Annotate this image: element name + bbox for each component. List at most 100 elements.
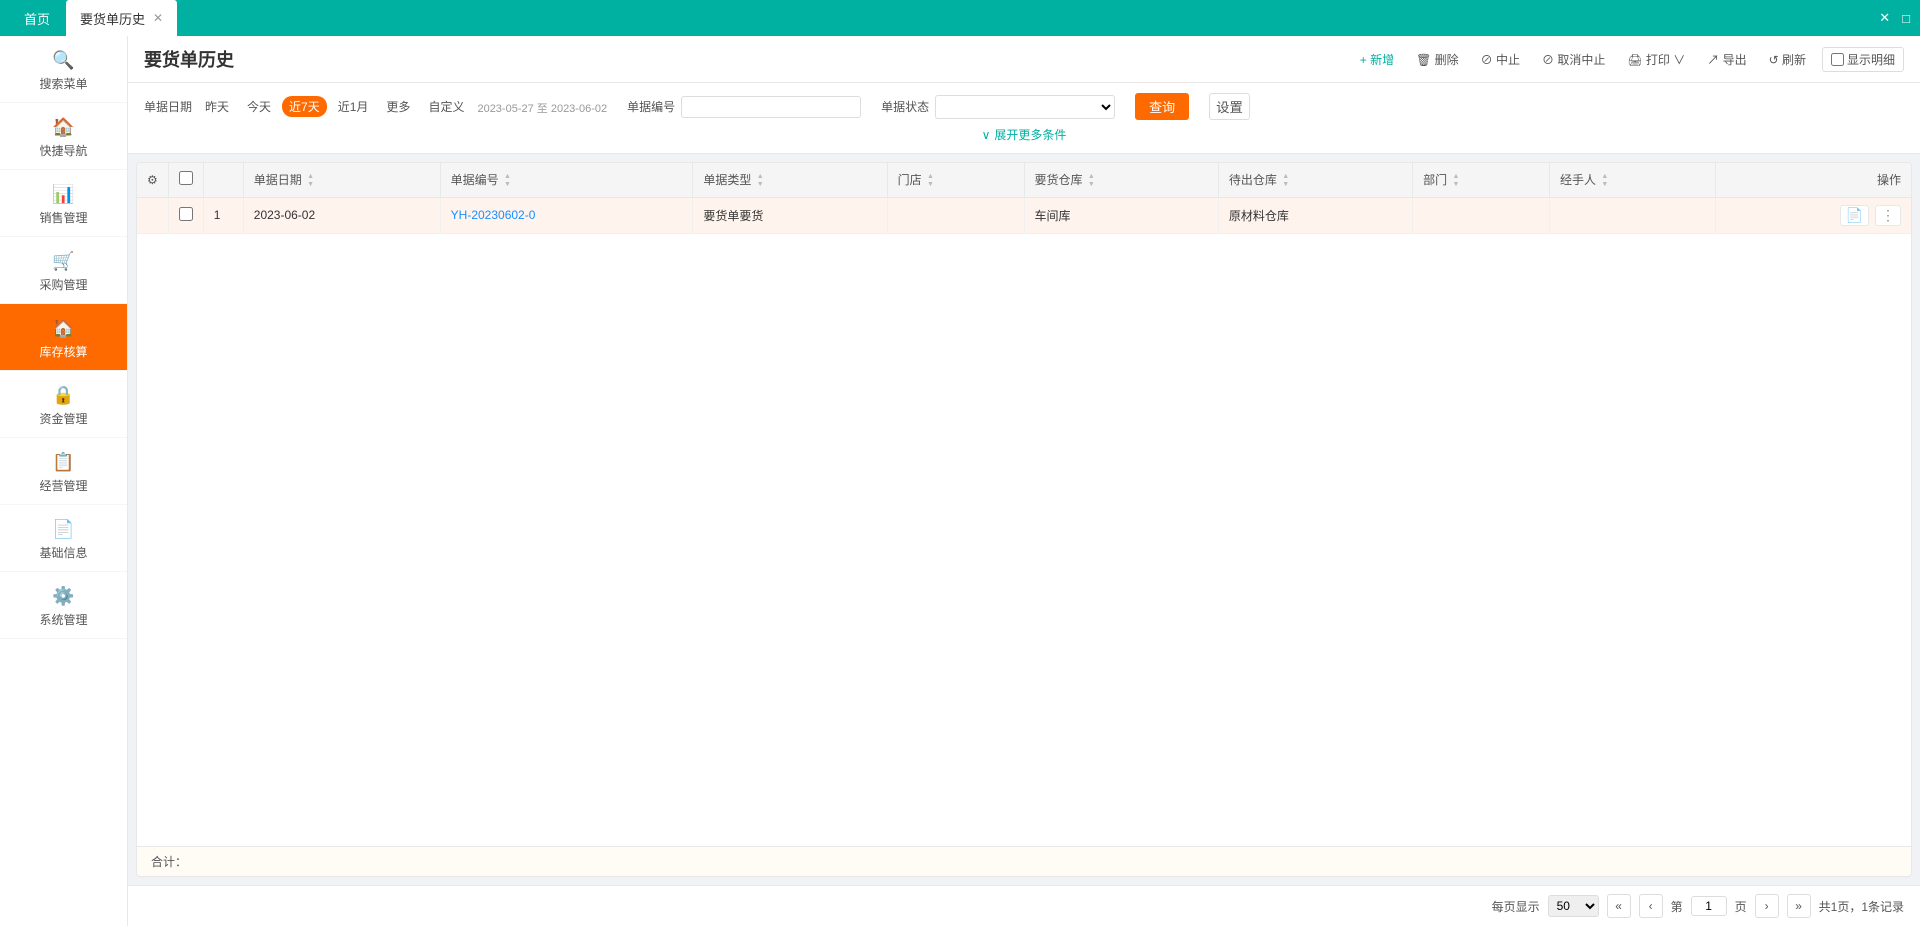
date-filter-group: 单据日期 昨天 今天 近7天 近1月 更多 自定义 2023-05-27 至 2… (144, 96, 607, 117)
prev-page-btn[interactable]: ‹ (1639, 894, 1663, 918)
sidebar-item-search-menu[interactable]: 🔍 搜索菜单 (0, 36, 127, 103)
next-page-btn[interactable]: › (1755, 894, 1779, 918)
expand-more-btn[interactable]: ∨ 展开更多条件 (144, 126, 1904, 143)
page-size-label: 每页显示 (1492, 898, 1540, 915)
doc-status-select[interactable] (935, 95, 1115, 119)
sidebar-item-operations-mgmt[interactable]: 📋 经营管理 (0, 438, 127, 505)
topbar-window-actions: ✕ □ (1879, 10, 1910, 26)
sidebar-label-finance-mgmt: 资金管理 (39, 410, 87, 427)
date-pill-last7days[interactable]: 近7天 (282, 96, 327, 117)
row-pending-warehouse: 原材料仓库 (1218, 197, 1412, 233)
row-checkbox[interactable] (179, 207, 193, 221)
operations-mgmt-icon: 📋 (52, 452, 74, 473)
col-doc-date: 单据日期 ▲▼ (243, 163, 440, 197)
row-num-cell: 1 (203, 197, 243, 233)
sidebar-label-purchase-mgmt: 采购管理 (39, 276, 87, 293)
sidebar-item-quick-nav[interactable]: 🏠 快捷导航 (0, 103, 127, 170)
col-store: 门店 ▲▼ (887, 163, 1024, 197)
doc-number-label: 单据编号 (627, 98, 675, 115)
date-pill-yesterday[interactable]: 昨天 (198, 96, 236, 117)
page-number-input[interactable] (1691, 896, 1727, 916)
cancel-stop-button[interactable]: ⊘ 取消中止 (1536, 48, 1611, 71)
sidebar-item-inventory-calc[interactable]: 🏠 库存核算 (0, 304, 127, 371)
doc-status-filter-group: 单据状态 (881, 95, 1115, 119)
sidebar-label-system-mgmt: 系统管理 (39, 611, 87, 628)
doc-number-filter-group: 单据编号 (627, 96, 861, 118)
refresh-button[interactable]: ↺ 刷新 (1763, 48, 1812, 71)
sidebar-label-sales-mgmt: 销售管理 (39, 209, 87, 226)
query-button[interactable]: 查询 (1135, 93, 1189, 120)
doc-date-sort-icon[interactable]: ▲▼ (307, 173, 314, 188)
sidebar-label-basic-info: 基础信息 (39, 544, 87, 561)
sidebar-item-finance-mgmt[interactable]: 🔒 资金管理 (0, 371, 127, 438)
date-range-display: 2023-05-27 至 2023-06-02 (477, 100, 607, 116)
settings-button[interactable]: 设置 (1209, 93, 1250, 120)
filter-bar: 单据日期 昨天 今天 近7天 近1月 更多 自定义 2023-05-27 至 2… (128, 83, 1920, 154)
sidebar: 🔍 搜索菜单 🏠 快捷导航 📊 销售管理 🛒 采购管理 🏠 库存核算 🔒 资金管… (0, 36, 128, 926)
date-pill-custom[interactable]: 自定义 (421, 96, 471, 117)
finance-mgmt-icon: 🔒 (52, 385, 74, 406)
select-all-checkbox[interactable] (179, 171, 193, 185)
window-close-btn[interactable]: ✕ (1879, 10, 1890, 26)
last-page-btn[interactable]: » (1787, 894, 1811, 918)
sidebar-label-inventory-calc: 库存核算 (39, 343, 87, 360)
col-doc-type: 单据类型 ▲▼ (693, 163, 887, 197)
row-view-btn[interactable]: 📄 (1840, 205, 1869, 226)
page-title: 要货单历史 (144, 46, 234, 72)
col-department: 部门 ▲▼ (1413, 163, 1550, 197)
page-size-select[interactable]: 50 20 100 (1548, 895, 1599, 917)
col-checkbox (168, 163, 203, 197)
doc-number-link[interactable]: YH-20230602-0 (451, 208, 536, 222)
search-menu-icon: 🔍 (52, 50, 74, 71)
req-warehouse-sort-icon[interactable]: ▲▼ (1088, 173, 1095, 188)
date-pill-more[interactable]: 更多 (379, 96, 417, 117)
data-table: ⚙ 单据日期 ▲▼ 单据编号 ▲▼ (137, 163, 1911, 234)
store-sort-icon[interactable]: ▲▼ (927, 173, 934, 188)
quick-nav-icon: 🏠 (52, 117, 74, 138)
sidebar-item-system-mgmt[interactable]: ⚙️ 系统管理 (0, 572, 127, 639)
first-page-btn[interactable]: « (1607, 894, 1631, 918)
sidebar-label-search-menu: 搜索菜单 (39, 75, 87, 92)
sidebar-item-sales-mgmt[interactable]: 📊 销售管理 (0, 170, 127, 237)
delete-button[interactable]: 🗑 删除 (1410, 48, 1465, 71)
handler-sort-icon[interactable]: ▲▼ (1601, 173, 1608, 188)
col-pending-warehouse: 待出仓库 ▲▼ (1218, 163, 1412, 197)
close-tab-btn[interactable]: ✕ (153, 11, 163, 25)
pending-warehouse-sort-icon[interactable]: ▲▼ (1282, 173, 1289, 188)
top-bar: 首页 要货单历史 ✕ ✕ □ (0, 0, 1920, 36)
display-cell-button[interactable]: 显示明细 (1822, 47, 1904, 72)
doc-type-sort-icon[interactable]: ▲▼ (757, 173, 764, 188)
row-more-btn[interactable]: ⋮ (1875, 205, 1901, 226)
tab-home[interactable]: 首页 (10, 0, 64, 36)
row-doc-date: 2023-06-02 (243, 197, 440, 233)
chevron-down-icon: ∨ (982, 128, 991, 142)
doc-number-input[interactable] (681, 96, 861, 118)
tab-requisition-history[interactable]: 要货单历史 ✕ (66, 0, 177, 36)
sidebar-item-basic-info[interactable]: 📄 基础信息 (0, 505, 127, 572)
sidebar-label-operations-mgmt: 经营管理 (39, 477, 87, 494)
date-pill-last1month[interactable]: 近1月 (331, 96, 376, 117)
date-pill-today[interactable]: 今天 (240, 96, 278, 117)
main-content: 要货单历史 + 新增 🗑 删除 ⊘ 中止 ⊘ 取消中止 🖨 打印 ∨ ↗ 导出 … (128, 36, 1920, 926)
sidebar-item-purchase-mgmt[interactable]: 🛒 采购管理 (0, 237, 127, 304)
basic-info-icon: 📄 (52, 519, 74, 540)
doc-number-sort-icon[interactable]: ▲▼ (504, 173, 511, 188)
row-handler (1550, 197, 1716, 233)
add-button[interactable]: + 新增 (1354, 48, 1400, 71)
table-header-row: ⚙ 单据日期 ▲▼ 单据编号 ▲▼ (137, 163, 1911, 197)
purchase-mgmt-icon: 🛒 (52, 251, 74, 272)
pagination: 每页显示 50 20 100 « ‹ 第 页 › » 共1页，1条记录 (128, 885, 1920, 926)
print-button[interactable]: 🖨 打印 ∨ (1621, 48, 1691, 71)
page-label-after: 页 (1735, 898, 1747, 915)
col-settings[interactable]: ⚙ (137, 163, 168, 197)
row-req-warehouse: 车间库 (1024, 197, 1218, 233)
window-maximize-btn[interactable]: □ (1902, 11, 1910, 26)
display-cell-checkbox[interactable] (1831, 53, 1844, 66)
col-doc-number: 单据编号 ▲▼ (440, 163, 693, 197)
header-actions: + 新增 🗑 删除 ⊘ 中止 ⊘ 取消中止 🖨 打印 ∨ ↗ 导出 ↺ 刷新 显… (1354, 47, 1904, 72)
export-button[interactable]: ↗ 导出 (1701, 48, 1752, 71)
col-handler: 经手人 ▲▼ (1550, 163, 1716, 197)
department-sort-icon[interactable]: ▲▼ (1452, 173, 1459, 188)
stop-button[interactable]: ⊘ 中止 (1475, 48, 1526, 71)
row-settings-cell (137, 197, 168, 233)
